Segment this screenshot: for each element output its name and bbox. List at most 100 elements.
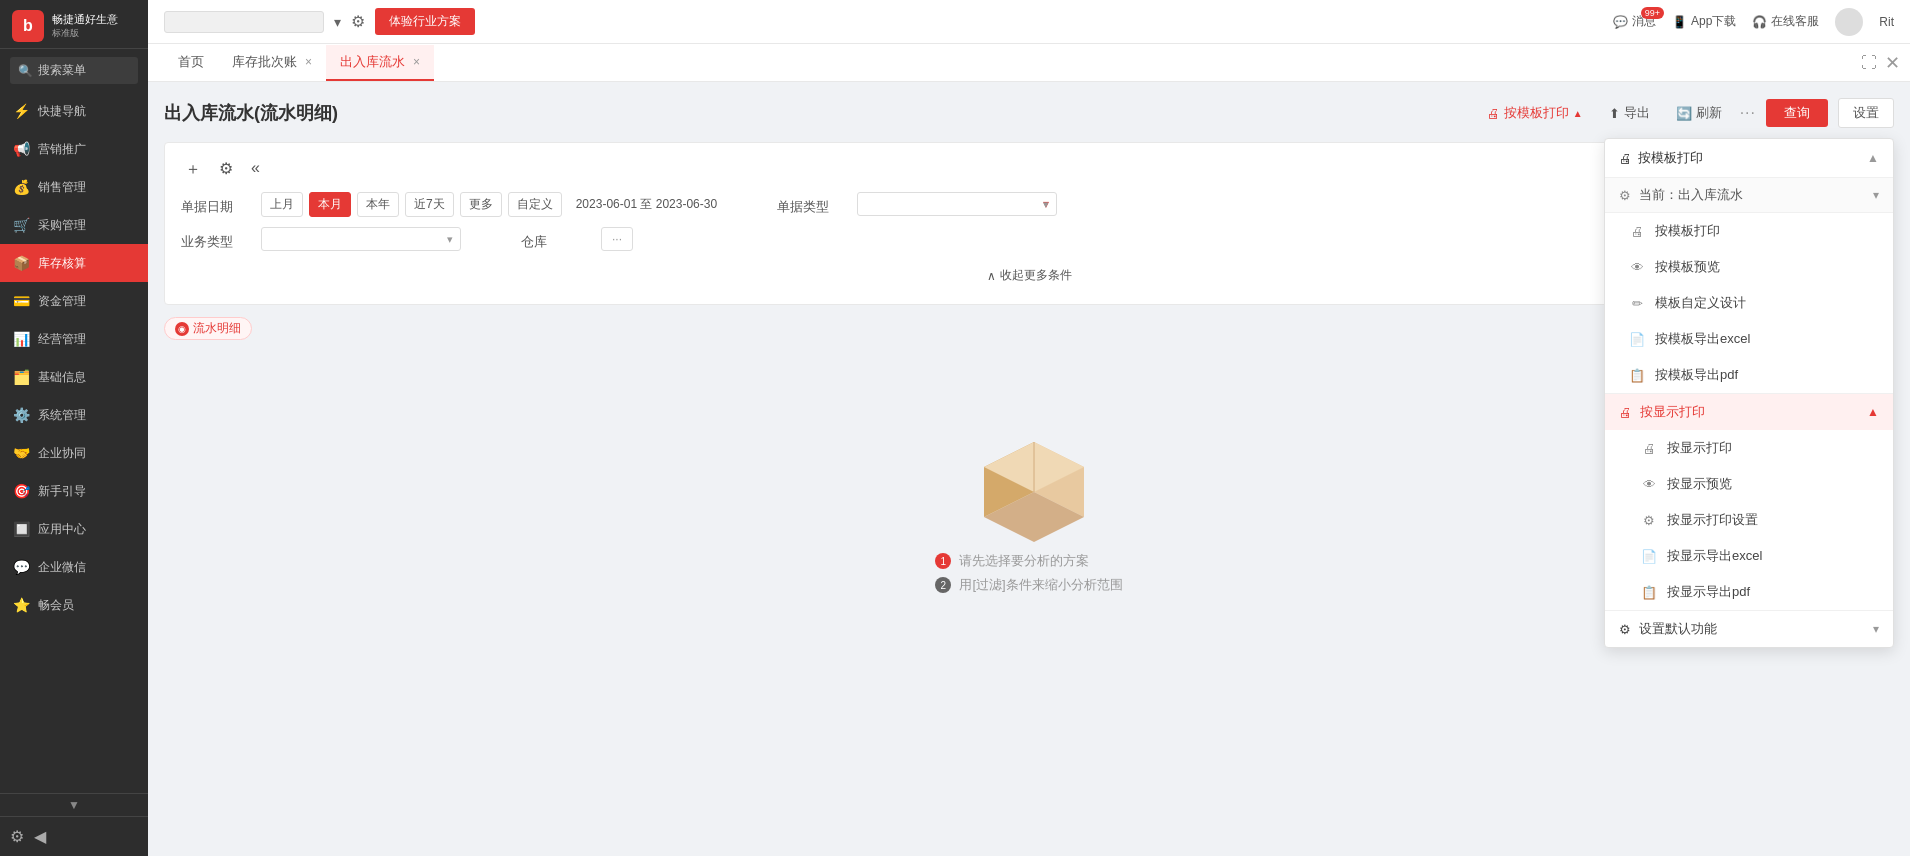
display-print-section-header[interactable]: 🖨 按显示打印 ▲ bbox=[1605, 394, 1893, 430]
chevron-up-icon: ▲ bbox=[1573, 108, 1583, 119]
current-template-arrow[interactable]: ▾ bbox=[1873, 188, 1879, 202]
query-button[interactable]: 查询 bbox=[1766, 99, 1828, 127]
sidebar-item-system[interactable]: ⚙️ 系统管理 bbox=[0, 396, 148, 434]
sidebar-item-operations[interactable]: 📊 经营管理 bbox=[0, 320, 148, 358]
sidebar-item-inventory[interactable]: 📦 库存核算 bbox=[0, 244, 148, 282]
tab-inventory-batch-close[interactable]: × bbox=[305, 55, 312, 69]
sidebar-item-beginner[interactable]: 🎯 新手引导 bbox=[0, 472, 148, 510]
user-name: Rit bbox=[1879, 15, 1894, 29]
display-print-icon2: 🖨 bbox=[1641, 440, 1657, 456]
search-icon: 🔍 bbox=[18, 64, 33, 78]
refresh-button[interactable]: 🔄 刷新 bbox=[1668, 100, 1730, 126]
page-actions: 🖨 按模板打印 ▲ ⬆ 导出 🔄 刷新 bbox=[1479, 98, 1894, 128]
collapse-more-button[interactable]: ∧ 收起更多条件 bbox=[981, 261, 1078, 290]
app-center-icon: 🔲 bbox=[12, 520, 30, 538]
app-download-button[interactable]: 📱 App下载 bbox=[1672, 13, 1736, 30]
dropdown-item-template-custom[interactable]: ✏ 模板自定义设计 bbox=[1605, 285, 1893, 321]
setting-button[interactable]: 设置 bbox=[1838, 98, 1894, 128]
dropdown-item-template-preview[interactable]: 👁 按模板预览 bbox=[1605, 249, 1893, 285]
dropdown-item-display-print[interactable]: 🖨 按显示打印 bbox=[1605, 430, 1893, 466]
date-btn-this-year[interactable]: 本年 bbox=[357, 192, 399, 217]
step-num-1: 1 bbox=[935, 553, 951, 569]
sidebar-item-finance[interactable]: 💳 资金管理 bbox=[0, 282, 148, 320]
tab-inventory-flow-close[interactable]: × bbox=[413, 55, 420, 69]
sidebar-item-enterprise-coop[interactable]: 🤝 企业协同 bbox=[0, 434, 148, 472]
add-filter-button[interactable]: ＋ bbox=[181, 157, 205, 182]
sidebar-item-app-center[interactable]: 🔲 应用中心 bbox=[0, 510, 148, 548]
settings-icon[interactable]: ⚙ bbox=[10, 827, 24, 846]
avatar[interactable] bbox=[1835, 8, 1863, 36]
dropdown-item-template-pdf[interactable]: 📋 按模板导出pdf bbox=[1605, 357, 1893, 393]
maximize-icon[interactable]: ⛶ bbox=[1861, 54, 1877, 72]
flow-tag[interactable]: ◉ 流水明细 bbox=[164, 317, 252, 340]
display-pdf-icon: 📋 bbox=[1641, 584, 1657, 600]
dropdown-item-display-preview[interactable]: 👁 按显示预览 bbox=[1605, 466, 1893, 502]
dropdown-item-template-print[interactable]: 🖨 按模板打印 bbox=[1605, 213, 1893, 249]
preview-icon: 👁 bbox=[1629, 259, 1645, 275]
message-button[interactable]: 💬 消息 99+ bbox=[1613, 13, 1656, 30]
date-btn-custom[interactable]: 自定义 bbox=[508, 192, 562, 217]
sidebar-item-quick-nav[interactable]: ⚡ 快捷导航 bbox=[0, 92, 148, 130]
dropdown-item-template-excel[interactable]: 📄 按模板导出excel bbox=[1605, 321, 1893, 357]
date-range-display: 2023-06-01 至 2023-06-30 bbox=[576, 196, 717, 213]
export-button[interactable]: ⬆ 导出 bbox=[1601, 100, 1658, 126]
window-controls: ⛶ ✕ bbox=[1861, 52, 1900, 74]
header-dropdown-button[interactable]: ▾ bbox=[334, 14, 341, 30]
filter-type-select[interactable] bbox=[857, 192, 1057, 216]
sidebar-item-enterprise-wechat[interactable]: 💬 企业微信 bbox=[0, 548, 148, 586]
sidebar-item-purchase[interactable]: 🛒 采购管理 bbox=[0, 206, 148, 244]
tab-inventory-batch[interactable]: 库存批次账 × bbox=[218, 45, 326, 81]
template-print-button[interactable]: 🖨 按模板打印 ▲ bbox=[1479, 100, 1591, 126]
filter-warehouse-label: 仓库 bbox=[521, 227, 581, 251]
sidebar-item-sales[interactable]: 💰 销售管理 bbox=[0, 168, 148, 206]
finance-icon: 💳 bbox=[12, 292, 30, 310]
dropdown-item-display-settings[interactable]: ⚙ 按显示打印设置 bbox=[1605, 502, 1893, 538]
header-gear-icon[interactable]: ⚙ bbox=[351, 12, 365, 31]
export-icon: ⬆ bbox=[1609, 106, 1620, 121]
dropdown-item-display-excel[interactable]: 📄 按显示导出excel bbox=[1605, 538, 1893, 574]
filter-collapse-icon[interactable]: « bbox=[247, 157, 264, 179]
header-right: 💬 消息 99+ 📱 App下载 🎧 在线客服 Rit bbox=[1613, 8, 1894, 36]
top-header: ▾ ⚙ 体验行业方案 💬 消息 99+ 📱 App下载 🎧 在线客服 bbox=[148, 0, 1910, 44]
filter-biz-select-wrap bbox=[261, 227, 461, 251]
date-btn-last-month[interactable]: 上月 bbox=[261, 192, 303, 217]
display-print-icon: 🖨 bbox=[1619, 405, 1632, 420]
close-window-icon[interactable]: ✕ bbox=[1885, 52, 1900, 74]
more-options-icon[interactable]: ··· bbox=[1740, 104, 1756, 122]
search-menu-button[interactable]: 🔍 搜索菜单 bbox=[10, 57, 138, 84]
basic-icon: 🗂️ bbox=[12, 368, 30, 386]
date-btn-this-month[interactable]: 本月 bbox=[309, 192, 351, 217]
dropdown-chevron-up-icon[interactable]: ▲ bbox=[1867, 151, 1879, 165]
sidebar-item-marketing[interactable]: 📢 营销推广 bbox=[0, 130, 148, 168]
online-service-button[interactable]: 🎧 在线客服 bbox=[1752, 13, 1819, 30]
marketing-icon: 📢 bbox=[12, 140, 30, 158]
tab-home[interactable]: 首页 bbox=[164, 45, 218, 81]
filter-date-group: 上月 本月 本年 近7天 更多 自定义 2023-06-01 至 2023-06… bbox=[261, 192, 717, 217]
logo-icon: b bbox=[12, 10, 44, 42]
operations-icon: 📊 bbox=[12, 330, 30, 348]
footer-chevron-down-icon: ▾ bbox=[1873, 622, 1879, 636]
default-icon: ⚙ bbox=[1619, 622, 1631, 637]
collapse-sidebar-icon[interactable]: ◀ bbox=[34, 827, 46, 846]
sidebar-scroll-down[interactable]: ▼ bbox=[0, 793, 148, 816]
dropdown-footer[interactable]: ⚙ 设置默认功能 ▾ bbox=[1605, 611, 1893, 647]
tab-inventory-flow[interactable]: 出入库流水 × bbox=[326, 45, 434, 81]
filter-settings-icon[interactable]: ⚙ bbox=[215, 157, 237, 180]
dropdown-item-display-pdf[interactable]: 📋 按显示导出pdf bbox=[1605, 574, 1893, 610]
current-template-row: ⚙ 当前：出入库流水 ▾ bbox=[1605, 178, 1893, 213]
download-icon: 📱 bbox=[1672, 15, 1687, 29]
date-btn-more[interactable]: 更多 bbox=[460, 192, 502, 217]
breadcrumb-input[interactable] bbox=[164, 11, 324, 33]
sidebar-search[interactable]: 🔍 搜索菜单 bbox=[0, 49, 148, 92]
display-print-chevron-up-icon: ▲ bbox=[1867, 405, 1879, 419]
sidebar-item-membership[interactable]: ⭐ 畅会员 bbox=[0, 586, 148, 624]
industry-btn[interactable]: 体验行业方案 bbox=[375, 8, 475, 35]
header-left: ▾ ⚙ 体验行业方案 bbox=[164, 8, 475, 35]
date-btn-7days[interactable]: 近7天 bbox=[405, 192, 454, 217]
settings2-icon: ⚙ bbox=[1619, 188, 1631, 203]
app-title: 畅捷通好生意 bbox=[52, 12, 118, 26]
sidebar-item-basic[interactable]: 🗂️ 基础信息 bbox=[0, 358, 148, 396]
enterprise-coop-icon: 🤝 bbox=[12, 444, 30, 462]
filter-biz-select[interactable] bbox=[261, 227, 461, 251]
warehouse-more-button[interactable]: ··· bbox=[601, 227, 633, 251]
